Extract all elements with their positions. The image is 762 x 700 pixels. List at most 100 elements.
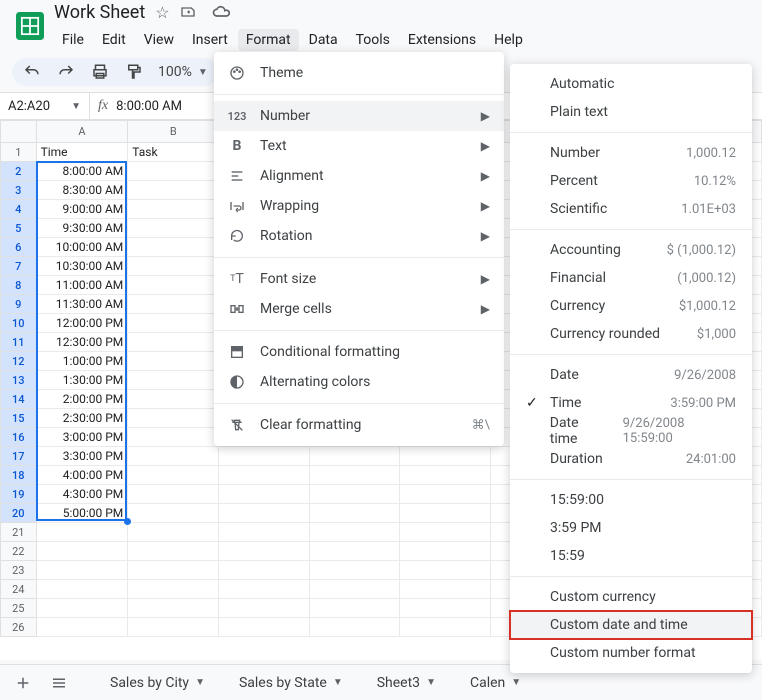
cell-B6[interactable] — [128, 238, 219, 257]
cell-E24[interactable] — [400, 580, 490, 599]
col-header-A[interactable]: A — [36, 121, 128, 143]
menu-insert[interactable]: Insert — [184, 29, 236, 51]
row-header-12[interactable]: 12 — [1, 352, 37, 371]
cell-B7[interactable] — [128, 257, 219, 276]
cell-B5[interactable] — [128, 219, 219, 238]
number-format-number[interactable]: Number1,000.12 — [510, 139, 752, 167]
cell-C23[interactable] — [219, 561, 309, 580]
select-all-corner[interactable] — [1, 121, 37, 143]
cell-D25[interactable] — [309, 599, 399, 618]
row-header-20[interactable]: 20 — [1, 504, 37, 523]
cloud-icon[interactable] — [211, 1, 231, 25]
cell-A8[interactable]: 11:00:00 AM — [36, 276, 128, 295]
cell-A19[interactable]: 4:30:00 PM — [36, 485, 128, 504]
cell-A10[interactable]: 12:00:00 PM — [36, 314, 128, 333]
cell-D19[interactable] — [309, 485, 399, 504]
number-format-percent[interactable]: Percent10.12% — [510, 167, 752, 195]
selection-handle[interactable] — [124, 518, 131, 525]
cell-B15[interactable] — [128, 409, 219, 428]
cell-D17[interactable] — [309, 447, 399, 466]
undo-icon[interactable] — [22, 62, 42, 82]
cell-A26[interactable] — [36, 618, 128, 637]
cell-A21[interactable] — [36, 523, 128, 542]
cell-A24[interactable] — [36, 580, 128, 599]
menu-view[interactable]: View — [136, 29, 182, 51]
cell-C18[interactable] — [219, 466, 309, 485]
format-menu-merge-cells[interactable]: Merge cells▶ — [214, 294, 504, 324]
cell-E25[interactable] — [400, 599, 490, 618]
print-icon[interactable] — [90, 62, 110, 82]
number-format-scientific[interactable]: Scientific1.01E+03 — [510, 195, 752, 223]
format-menu-text[interactable]: BText▶ — [214, 131, 504, 161]
row-header-18[interactable]: 18 — [1, 466, 37, 485]
menu-help[interactable]: Help — [486, 29, 531, 51]
row-header-16[interactable]: 16 — [1, 428, 37, 447]
cell-A6[interactable]: 10:00:00 AM — [36, 238, 128, 257]
add-sheet-button[interactable] — [10, 670, 36, 696]
cell-B16[interactable] — [128, 428, 219, 447]
number-format-date[interactable]: Date9/26/2008 — [510, 361, 752, 389]
cell-A16[interactable]: 3:00:00 PM — [36, 428, 128, 447]
format-menu-number[interactable]: 123Number▶ — [214, 101, 504, 131]
cell-B1[interactable]: Task — [128, 143, 219, 162]
cell-A14[interactable]: 2:00:00 PM — [36, 390, 128, 409]
cell-D18[interactable] — [309, 466, 399, 485]
row-header-23[interactable]: 23 — [1, 561, 37, 580]
cell-A23[interactable] — [36, 561, 128, 580]
row-header-1[interactable]: 1 — [1, 143, 37, 162]
formula-value[interactable]: 8:00:00 AM — [116, 99, 182, 114]
cell-D20[interactable] — [309, 504, 399, 523]
cell-C25[interactable] — [219, 599, 309, 618]
number-format-currency[interactable]: Currency$1,000.12 — [510, 292, 752, 320]
number-format-currency-rounded[interactable]: Currency rounded$1,000 — [510, 320, 752, 348]
format-menu-theme[interactable]: Theme — [214, 58, 504, 88]
cell-E23[interactable] — [400, 561, 490, 580]
row-header-14[interactable]: 14 — [1, 390, 37, 409]
cell-A18[interactable]: 4:00:00 PM — [36, 466, 128, 485]
cell-E21[interactable] — [400, 523, 490, 542]
cell-A5[interactable]: 9:30:00 AM — [36, 219, 128, 238]
cell-C17[interactable] — [219, 447, 309, 466]
row-header-6[interactable]: 6 — [1, 238, 37, 257]
menu-extensions[interactable]: Extensions — [400, 29, 484, 51]
row-header-13[interactable]: 13 — [1, 371, 37, 390]
cell-A4[interactable]: 9:00:00 AM — [36, 200, 128, 219]
number-format-automatic[interactable]: Automatic — [510, 70, 752, 98]
menu-data[interactable]: Data — [301, 29, 346, 51]
sheet-tab-sales-by-city[interactable]: Sales by City▼ — [102, 675, 213, 691]
cell-D23[interactable] — [309, 561, 399, 580]
cell-A22[interactable] — [36, 542, 128, 561]
cell-A25[interactable] — [36, 599, 128, 618]
format-menu-wrapping[interactable]: Wrapping▶ — [214, 191, 504, 221]
cell-A9[interactable]: 11:30:00 AM — [36, 295, 128, 314]
cell-C24[interactable] — [219, 580, 309, 599]
format-menu-alignment[interactable]: Alignment▶ — [214, 161, 504, 191]
doc-title[interactable]: Work Sheet — [54, 4, 145, 22]
cell-A20[interactable]: 5:00:00 PM — [36, 504, 128, 523]
format-menu-clear-formatting[interactable]: Clear formatting⌘\ — [214, 410, 504, 440]
row-header-5[interactable]: 5 — [1, 219, 37, 238]
cell-B12[interactable] — [128, 352, 219, 371]
cell-C22[interactable] — [219, 542, 309, 561]
row-header-22[interactable]: 22 — [1, 542, 37, 561]
cell-C21[interactable] — [219, 523, 309, 542]
cell-B24[interactable] — [128, 580, 219, 599]
cell-A1[interactable]: Time — [36, 143, 128, 162]
row-header-17[interactable]: 17 — [1, 447, 37, 466]
cell-E26[interactable] — [400, 618, 490, 637]
row-header-26[interactable]: 26 — [1, 618, 37, 637]
cell-A15[interactable]: 2:30:00 PM — [36, 409, 128, 428]
number-format-date-time[interactable]: Date time9/26/2008 15:59:00 — [510, 417, 752, 445]
paint-format-icon[interactable] — [124, 62, 144, 82]
number-format-accounting[interactable]: Accounting$ (1,000.12) — [510, 236, 752, 264]
cell-B2[interactable] — [128, 162, 219, 181]
cell-B8[interactable] — [128, 276, 219, 295]
cell-B11[interactable] — [128, 333, 219, 352]
redo-icon[interactable] — [56, 62, 76, 82]
name-box[interactable]: A2:A20▼ — [0, 93, 90, 119]
row-header-21[interactable]: 21 — [1, 523, 37, 542]
row-header-10[interactable]: 10 — [1, 314, 37, 333]
cell-D21[interactable] — [309, 523, 399, 542]
menu-format[interactable]: Format — [238, 29, 299, 51]
cell-E17[interactable] — [400, 447, 490, 466]
